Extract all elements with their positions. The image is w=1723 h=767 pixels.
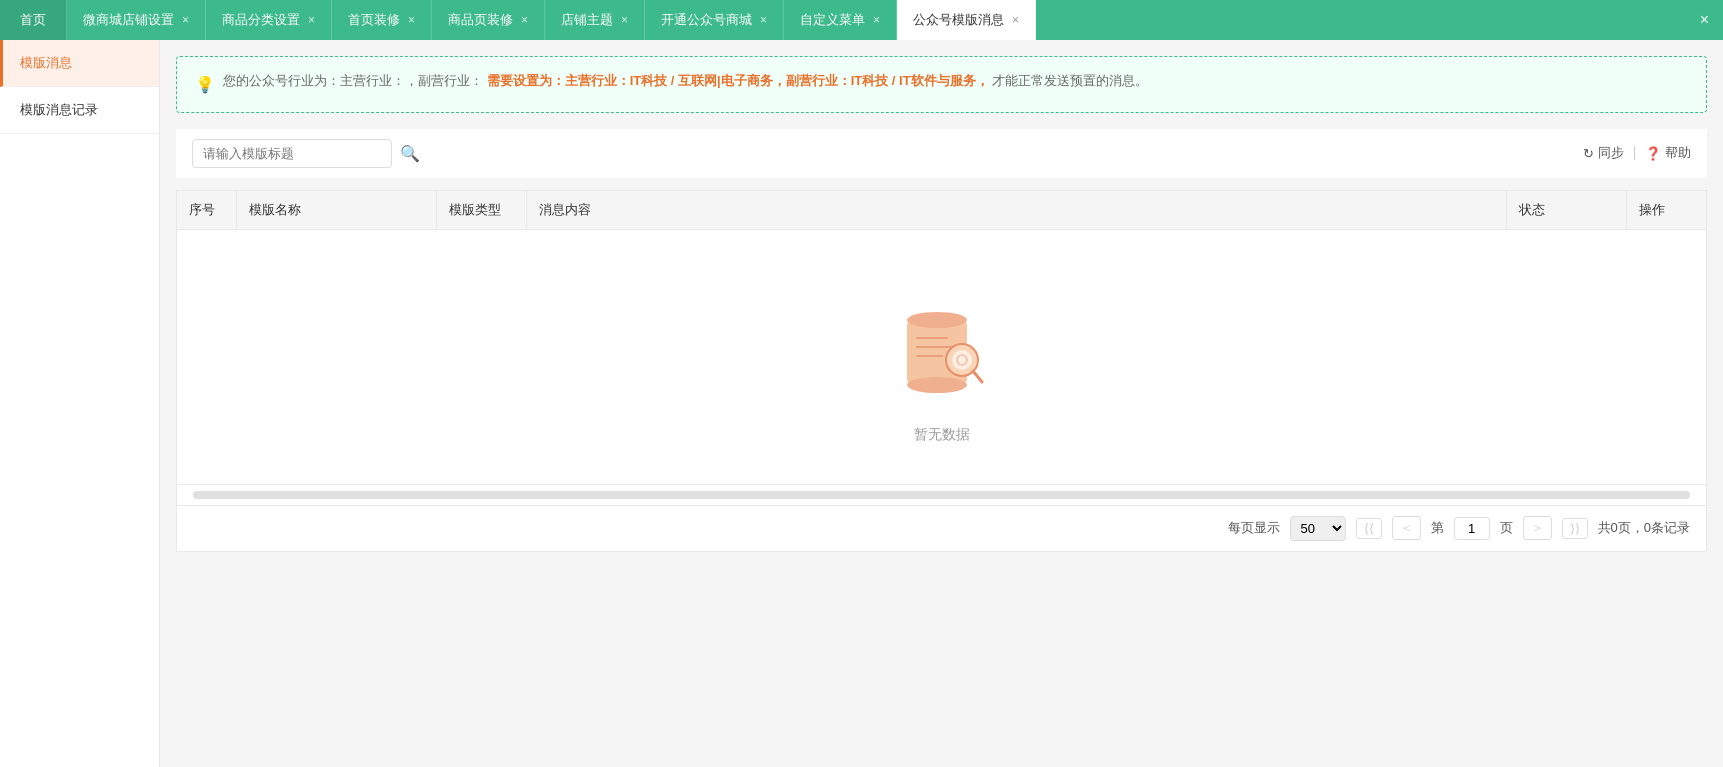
tab-theme-label: 店铺主题 [561,11,613,29]
tab-bar-close-all[interactable]: × [1686,0,1723,40]
tab-custommenu-label: 自定义菜单 [800,11,865,29]
svg-point-2 [907,312,967,328]
sidebar-item-template-msg-record-label: 模版消息记录 [20,102,98,117]
search-bar: 🔍 ↻ 同步 ❓ 帮助 [176,129,1707,178]
tab-templatemsg[interactable]: 公众号模版消息 × [897,0,1036,40]
page-first-button[interactable]: ⟨⟨ [1356,518,1382,539]
tab-weishop-close[interactable]: × [182,13,189,27]
tab-category[interactable]: 商品分类设置 × [206,0,332,40]
page-total: 共0页，0条记录 [1598,519,1690,537]
tab-custommenu[interactable]: 自定义菜单 × [784,0,897,40]
search-divider [1634,146,1635,160]
tab-productpage-label: 商品页装修 [448,11,513,29]
page-size-select[interactable]: 50 10 20 100 [1290,516,1346,541]
col-index: 序号 [177,190,237,229]
sidebar: 模版消息 模版消息记录 [0,40,160,767]
help-icon: ❓ [1645,146,1661,161]
tab-category-close[interactable]: × [308,13,315,27]
empty-state: 暂无数据 [176,230,1707,485]
tab-theme[interactable]: 店铺主题 × [545,0,645,40]
search-button[interactable]: 🔍 [400,144,420,163]
tab-productpage-close[interactable]: × [521,13,528,27]
sync-button[interactable]: ↻ 同步 [1583,144,1624,162]
tab-category-label: 商品分类设置 [222,11,300,29]
tab-openpublic-close[interactable]: × [760,13,767,27]
notice-highlight: 需要设置为：主营行业：IT科技 / 互联网|电子商务，副营行业：IT科技 / I… [487,73,989,88]
notice-text1: 您的公众号行业为：主营行业：，副营行业： [223,73,483,88]
pagination-bar: 每页显示 50 10 20 100 ⟨⟨ ＜ 第 页 ＞ ⟩⟩ 共0页，0条记录 [176,506,1707,552]
col-status: 状态 [1507,190,1627,229]
page-input[interactable] [1454,517,1490,540]
notice-text: 您的公众号行业为：主营行业：，副营行业： 需要设置为：主营行业：IT科技 / 互… [223,71,1148,92]
help-button[interactable]: ❓ 帮助 [1645,144,1691,162]
notice-icon: 💡 [195,72,215,98]
col-name: 模版名称 [237,190,437,229]
tab-weishop-label: 微商城店铺设置 [83,11,174,29]
page-unit: 页 [1500,519,1513,537]
tab-openpublic[interactable]: 开通公众号商城 × [645,0,784,40]
content-area: 💡 您的公众号行业为：主营行业：，副营行业： 需要设置为：主营行业：IT科技 /… [160,40,1723,767]
notice-banner: 💡 您的公众号行业为：主营行业：，副营行业： 需要设置为：主营行业：IT科技 /… [176,56,1707,113]
tab-homepage[interactable]: 首页装修 × [332,0,432,40]
col-action: 操作 [1627,190,1707,229]
data-table: 序号 模版名称 模版类型 消息内容 状态 操作 [176,190,1707,230]
search-right: ↻ 同步 ❓ 帮助 [1583,144,1691,162]
svg-point-8 [952,350,972,370]
tab-templatemsg-label: 公众号模版消息 [913,11,1004,29]
scrollbar-area[interactable] [176,485,1707,506]
sync-icon: ↻ [1583,146,1594,161]
col-type: 模版类型 [437,190,527,229]
search-input[interactable] [192,139,392,168]
tab-openpublic-label: 开通公众号商城 [661,11,752,29]
notice-text2: 才能正常发送预置的消息。 [992,73,1148,88]
page-last-button[interactable]: ⟩⟩ [1562,518,1588,539]
tab-homepage-label: 首页装修 [348,11,400,29]
page-label: 第 [1431,519,1444,537]
search-left: 🔍 [192,139,420,168]
col-content: 消息内容 [527,190,1507,229]
page-prev-button[interactable]: ＜ [1392,516,1421,540]
table-header-row: 序号 模版名称 模版类型 消息内容 状态 操作 [177,190,1707,229]
sidebar-item-template-msg-label: 模版消息 [20,55,72,70]
main-layout: 模版消息 模版消息记录 💡 您的公众号行业为：主营行业：，副营行业： 需要设置为… [0,40,1723,767]
sidebar-item-template-msg[interactable]: 模版消息 [0,40,159,87]
page-size-label: 每页显示 [1228,519,1280,537]
help-label: 帮助 [1665,144,1691,162]
tab-templatemsg-close[interactable]: × [1012,13,1019,27]
sidebar-item-template-msg-record[interactable]: 模版消息记录 [0,87,159,134]
svg-point-3 [907,377,967,393]
sync-label: 同步 [1598,144,1624,162]
svg-line-9 [973,371,982,382]
tab-home[interactable]: 首页 [0,0,67,40]
tab-homepage-close[interactable]: × [408,13,415,27]
tab-bar: 首页 微商城店铺设置 × 商品分类设置 × 首页装修 × 商品页装修 × 店铺主… [0,0,1723,40]
page-next-button[interactable]: ＞ [1523,516,1552,540]
tab-theme-close[interactable]: × [621,13,628,27]
empty-illustration [882,290,1002,410]
tab-custommenu-close[interactable]: × [873,13,880,27]
empty-text: 暂无数据 [914,426,970,444]
fake-scrollbar[interactable] [193,491,1690,499]
tab-productpage[interactable]: 商品页装修 × [432,0,545,40]
tab-weishop[interactable]: 微商城店铺设置 × [67,0,206,40]
search-icon: 🔍 [400,145,420,162]
tab-home-label: 首页 [20,11,46,29]
